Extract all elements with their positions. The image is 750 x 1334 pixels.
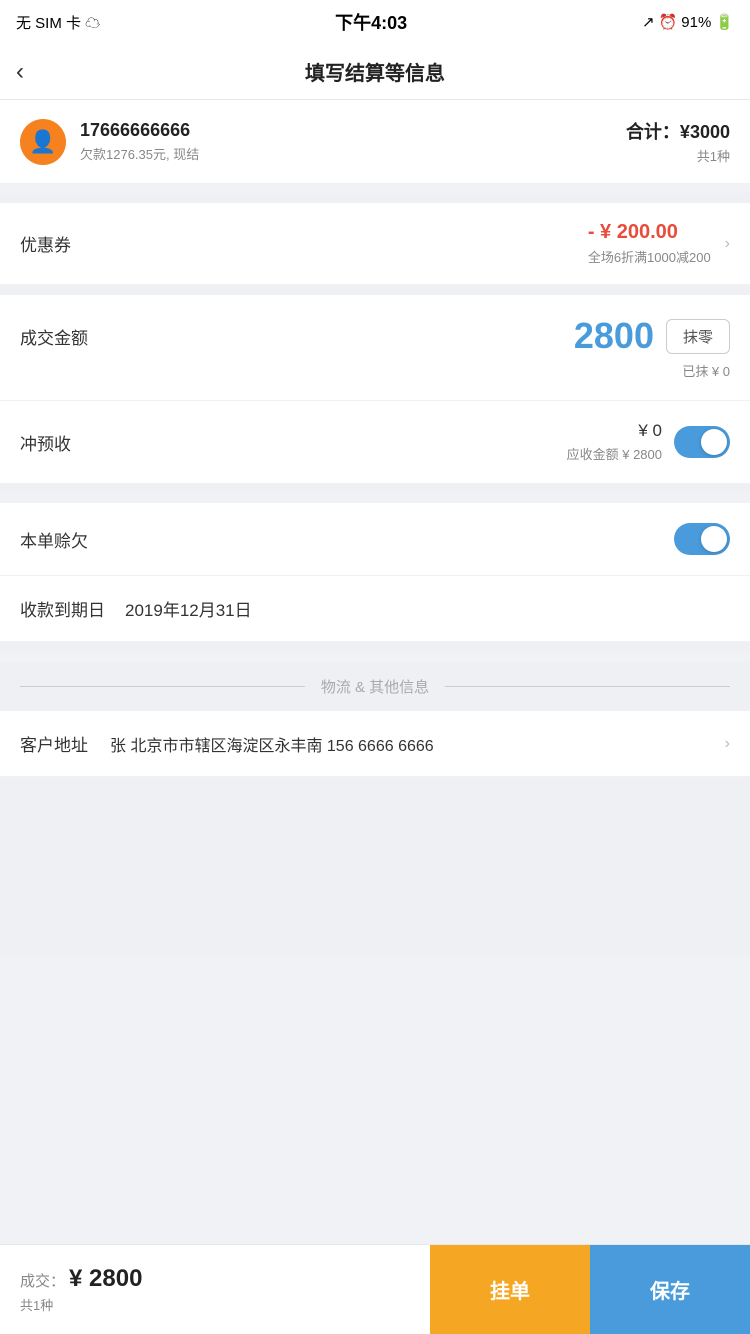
duedate-section: 收款到期日 2019年12月31日 bbox=[0, 576, 750, 642]
duedate-value: 2019年12月31日 bbox=[125, 596, 252, 621]
coupon-right: - ¥ 200.00 全场6折满1000减200 › bbox=[588, 221, 730, 266]
round-button[interactable]: 抹零 bbox=[666, 319, 730, 354]
avatar: 👤 bbox=[20, 119, 66, 165]
divider-3 bbox=[0, 483, 750, 493]
logistics-line-right bbox=[445, 686, 730, 687]
location-icon: ↗ bbox=[642, 13, 655, 31]
address-section[interactable]: 客户地址 张 北京市市辖区海淀区永丰南 156 6666 6666 › bbox=[0, 711, 750, 777]
prepay-label: 冲预收 bbox=[20, 430, 71, 455]
nav-bar: ‹ 填写结算等信息 bbox=[0, 44, 750, 100]
logistics-label: 物流 & 其他信息 bbox=[321, 676, 429, 697]
address-value: 张 北京市市辖区海淀区永丰南 156 6666 6666 bbox=[110, 732, 721, 756]
status-time: 下午4:03 bbox=[335, 9, 407, 35]
coupon-discount: - ¥ 200.00 bbox=[588, 221, 711, 244]
amount-row: 成交金额 2800 抹零 bbox=[20, 315, 730, 357]
customer-left: 👤 17666666666 欠款1276.35元, 现结 bbox=[20, 119, 199, 165]
alarm-icon: ⏰ bbox=[659, 13, 678, 31]
sim-label: 无 SIM 卡 ☁ bbox=[16, 12, 100, 33]
amount-label: 成交金额 bbox=[20, 324, 88, 349]
address-label: 客户地址 bbox=[20, 731, 100, 756]
prepay-amount: ¥ 0 bbox=[567, 421, 662, 441]
coupon-subtext: 全场6折满1000减200 bbox=[588, 247, 711, 266]
footer-count: 共1种 bbox=[20, 1295, 410, 1314]
amount-section: 成交金额 2800 抹零 已抹 ¥ 0 bbox=[0, 295, 750, 401]
amount-value: 2800 bbox=[574, 315, 654, 357]
coupon-label: 优惠券 bbox=[20, 231, 71, 256]
divider-4 bbox=[0, 642, 750, 652]
total-amount: 合计：¥3000 bbox=[626, 118, 730, 144]
customer-info: 17666666666 欠款1276.35元, 现结 bbox=[80, 120, 199, 163]
customer-subtext: 欠款1276.35元, 现结 bbox=[80, 144, 199, 163]
coupon-row[interactable]: 优惠券 - ¥ 200.00 全场6折满1000减200 › bbox=[0, 203, 750, 285]
prepay-toggle[interactable] bbox=[674, 426, 730, 458]
customer-phone: 17666666666 bbox=[80, 120, 199, 141]
status-bar: 无 SIM 卡 ☁ 下午4:03 ↗ ⏰ 91% 🔋 bbox=[0, 0, 750, 44]
back-button[interactable]: ‹ bbox=[16, 58, 24, 86]
amount-right: 2800 抹零 bbox=[574, 315, 730, 357]
footer: 成交： ¥ 2800 共1种 挂单 保存 bbox=[0, 1244, 750, 1334]
divider-2 bbox=[0, 285, 750, 295]
coupon-value-wrap: - ¥ 200.00 全场6折满1000减200 bbox=[588, 221, 711, 266]
debt-toggle[interactable] bbox=[674, 523, 730, 555]
status-left: 无 SIM 卡 ☁ bbox=[16, 12, 100, 33]
hold-button[interactable]: 挂单 bbox=[430, 1245, 590, 1334]
footer-info: 成交： ¥ 2800 共1种 bbox=[0, 1265, 430, 1314]
avatar-icon: 👤 bbox=[29, 129, 56, 155]
prepay-section: 冲预收 ¥ 0 应收金额 ¥ 2800 bbox=[0, 401, 750, 483]
logistics-line-left bbox=[20, 686, 305, 687]
save-button[interactable]: 保存 bbox=[590, 1245, 750, 1334]
duedate-label: 收款到期日 bbox=[20, 596, 105, 621]
divider-1 bbox=[0, 193, 750, 203]
amount-subtext: 已抹 ¥ 0 bbox=[20, 361, 730, 380]
footer-deal-label: 成交： bbox=[20, 1270, 65, 1291]
page-title: 填写结算等信息 bbox=[305, 57, 445, 86]
logistics-divider: 物流 & 其他信息 bbox=[0, 662, 750, 711]
battery-label: 91% bbox=[681, 14, 711, 31]
footer-amount: ¥ 2800 bbox=[69, 1265, 142, 1293]
status-right: ↗ ⏰ 91% 🔋 bbox=[642, 13, 734, 31]
customer-card: 👤 17666666666 欠款1276.35元, 现结 合计：¥3000 共1… bbox=[0, 100, 750, 183]
prepay-values: ¥ 0 应收金额 ¥ 2800 bbox=[567, 421, 662, 463]
address-chevron-icon: › bbox=[725, 735, 730, 753]
debt-label: 本单赊欠 bbox=[20, 527, 88, 552]
coupon-chevron-icon: › bbox=[725, 235, 730, 253]
content: 👤 17666666666 欠款1276.35元, 现结 合计：¥3000 共1… bbox=[0, 100, 750, 1057]
customer-right: 合计：¥3000 共1种 bbox=[626, 118, 730, 165]
battery-icon: 🔋 bbox=[715, 13, 734, 31]
footer-deal-row: 成交： ¥ 2800 bbox=[20, 1265, 410, 1293]
prepay-right: ¥ 0 应收金额 ¥ 2800 bbox=[567, 421, 730, 463]
bottom-empty bbox=[0, 777, 750, 957]
prepay-subtext: 应收金额 ¥ 2800 bbox=[567, 444, 662, 463]
debt-section: 本单赊欠 bbox=[0, 503, 750, 576]
total-count: 共1种 bbox=[626, 146, 730, 165]
